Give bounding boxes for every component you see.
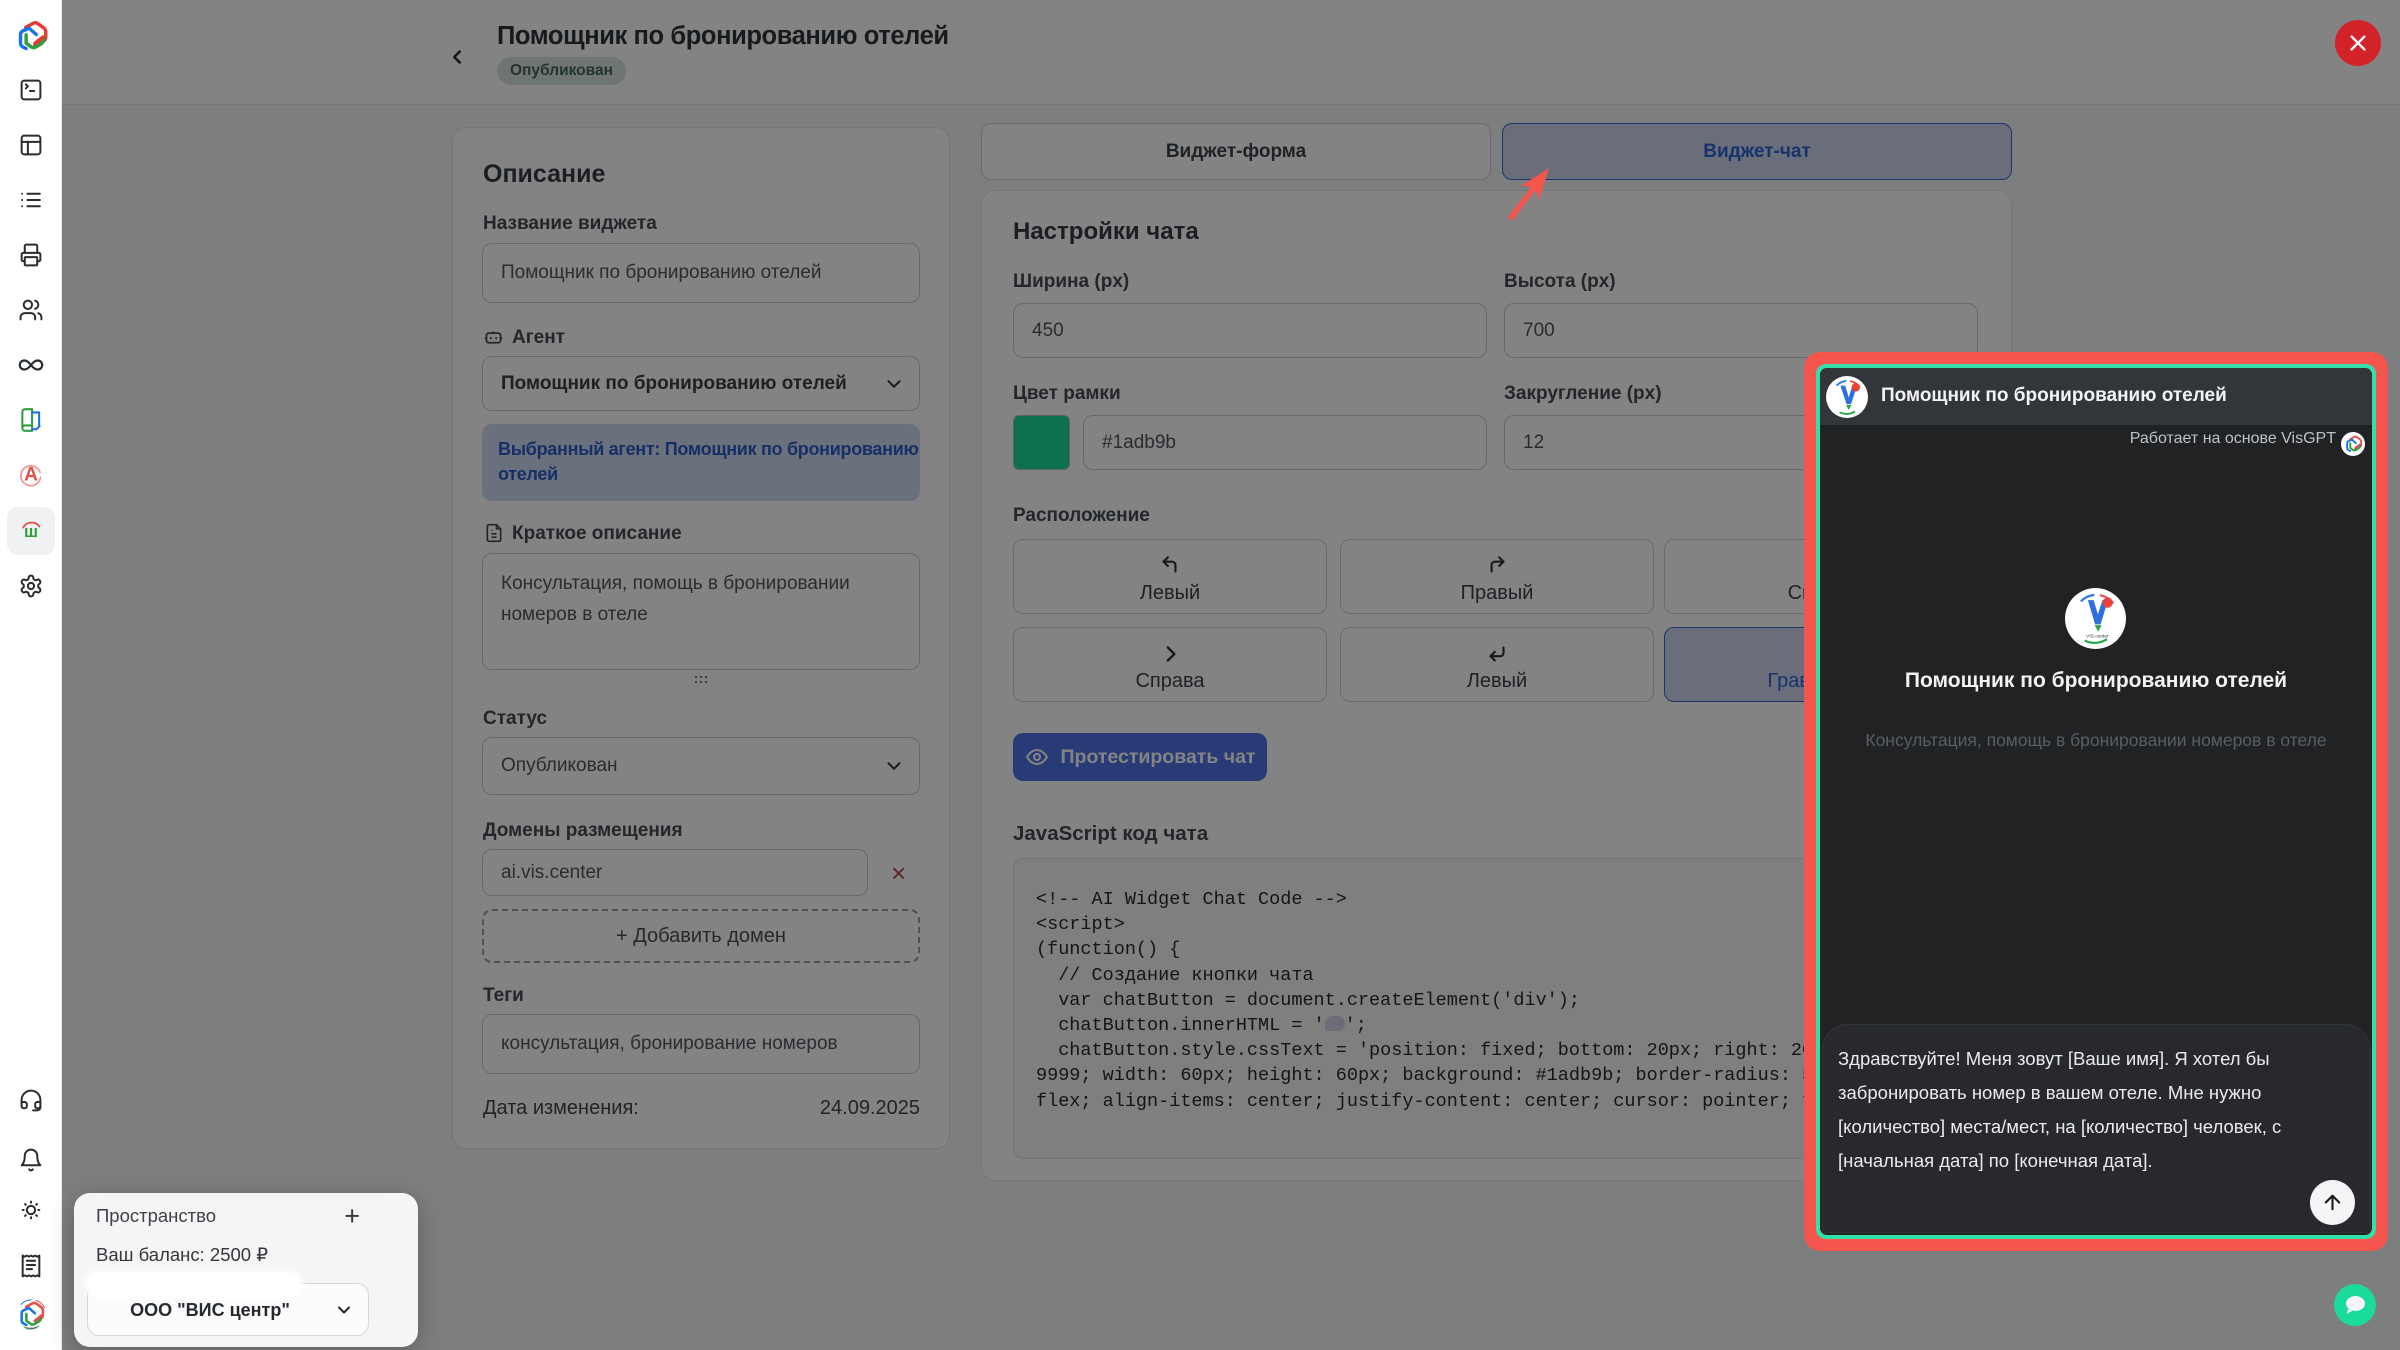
svg-text:VisGPT: VisGPT: [24, 1327, 37, 1331]
svg-text:VIS.center: VIS.center: [2086, 634, 2109, 640]
